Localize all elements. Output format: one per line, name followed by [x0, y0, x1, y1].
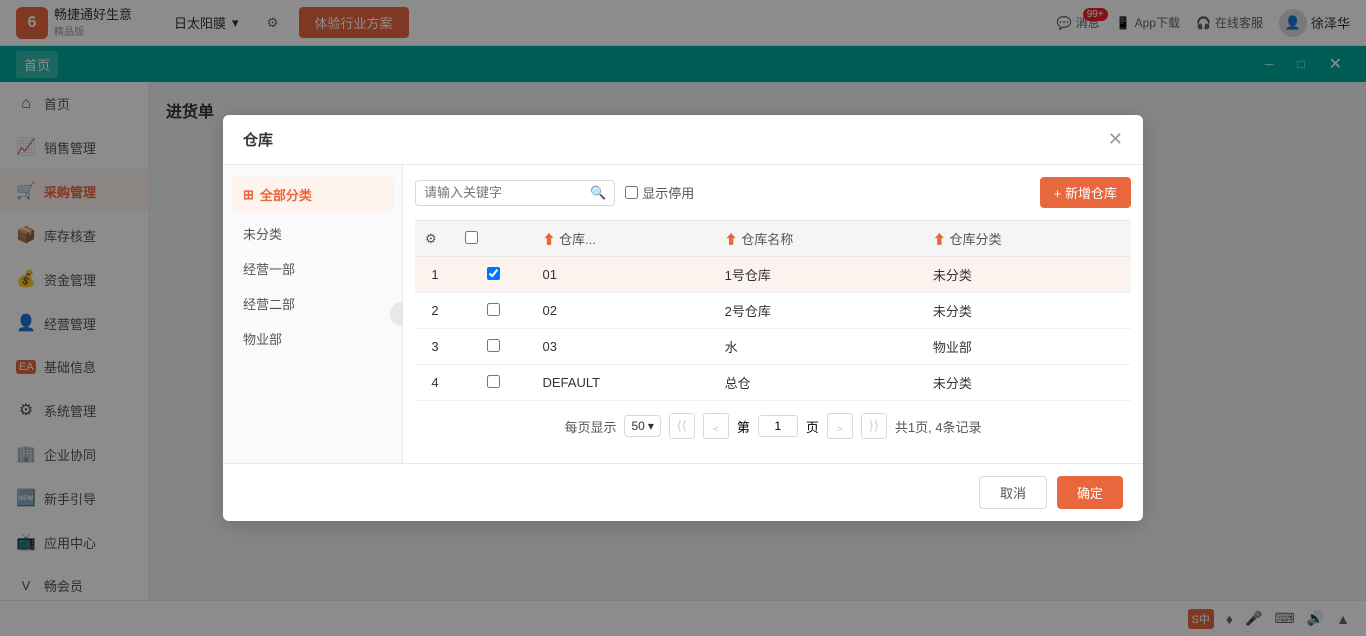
table-toolbar: 🔍 显示停用 + 新增仓库 [415, 177, 1131, 208]
grid-icon: ⊞ [243, 187, 254, 203]
th-code: ⬆ 仓库... [533, 221, 715, 257]
row-code-2: 03 [533, 329, 715, 365]
search-box: 🔍 [415, 180, 615, 206]
settings-icon: ⚙ [425, 231, 437, 246]
th-settings: ⚙ [415, 221, 455, 257]
table-row: 1 01 1号仓库 未分类 [415, 257, 1131, 293]
row-category-3: 未分类 [923, 365, 1131, 401]
warehouse-table: ⚙ ⬆ 仓库... ⬆ 仓库名称 ⬆ 仓库分类 1 01 1号仓库 未分类 2 … [415, 220, 1131, 401]
row-category-0: 未分类 [923, 257, 1131, 293]
select-all-checkbox[interactable] [465, 231, 478, 244]
modal-close-button[interactable]: ✕ [1108, 129, 1123, 150]
row-checkbox-0[interactable] [455, 257, 533, 293]
sort-icon-cat: ⬆ [933, 232, 946, 247]
cancel-button[interactable]: 取消 [979, 476, 1047, 509]
category-unclassified[interactable]: 未分类 [223, 216, 402, 251]
category-panel: ⊞ 全部分类 未分类 经营一部 经营二部 物业部 《 [223, 165, 403, 463]
row-checkbox-3[interactable] [455, 365, 533, 401]
page-total-info: 共1页, 4条记录 [895, 417, 982, 436]
th-name: ⬆ 仓库名称 [715, 221, 923, 257]
show-disabled-label[interactable]: 显示停用 [625, 183, 694, 202]
add-warehouse-button[interactable]: + 新增仓库 [1040, 177, 1131, 208]
confirm-button[interactable]: 确定 [1057, 476, 1123, 509]
row-code-3: DEFAULT [533, 365, 715, 401]
page-label: 第 [737, 417, 750, 436]
search-icon[interactable]: 🔍 [590, 185, 606, 201]
category-dept2[interactable]: 经营二部 [223, 286, 402, 321]
row-category-2: 物业部 [923, 329, 1131, 365]
row-code-0: 01 [533, 257, 715, 293]
show-disabled-checkbox[interactable] [625, 186, 638, 199]
page-number-input[interactable] [758, 415, 798, 437]
row-code-1: 02 [533, 293, 715, 329]
table-row: 4 DEFAULT 总仓 未分类 [415, 365, 1131, 401]
warehouse-modal: 仓库 ✕ ⊞ 全部分类 未分类 经营一部 经营二部 物业部 《 🔍 [223, 115, 1143, 521]
modal-header: 仓库 ✕ [223, 115, 1143, 165]
modal-title: 仓库 [243, 129, 273, 150]
category-dept1[interactable]: 经营一部 [223, 251, 402, 286]
th-category: ⬆ 仓库分类 [923, 221, 1131, 257]
sort-icon-name: ⬆ [725, 232, 738, 247]
pagination: 每页显示 50 ▾ ⟨⟨ ﹤ 第 页 ﹥ ⟩⟩ 共1页, 4条记录 [415, 401, 1131, 451]
per-page-label: 每页显示 [564, 417, 616, 436]
table-row: 3 03 水 物业部 [415, 329, 1131, 365]
table-header-row: ⚙ ⬆ 仓库... ⬆ 仓库名称 ⬆ 仓库分类 [415, 221, 1131, 257]
row-num-0: 1 [415, 257, 455, 293]
prev-page-button[interactable]: ﹤ [703, 413, 729, 439]
per-page-select[interactable]: 50 ▾ [624, 415, 660, 437]
row-name-3: 总仓 [715, 365, 923, 401]
row-name-1: 2号仓库 [715, 293, 923, 329]
first-page-button[interactable]: ⟨⟨ [669, 413, 695, 439]
row-category-1: 未分类 [923, 293, 1131, 329]
modal-body: ⊞ 全部分类 未分类 经营一部 经营二部 物业部 《 🔍 显示停用 + 新增 [223, 165, 1143, 463]
category-property[interactable]: 物业部 [223, 321, 402, 356]
row-name-0: 1号仓库 [715, 257, 923, 293]
row-num-2: 3 [415, 329, 455, 365]
row-checkbox-1[interactable] [455, 293, 533, 329]
row-name-2: 水 [715, 329, 923, 365]
row-num-3: 4 [415, 365, 455, 401]
row-num-1: 2 [415, 293, 455, 329]
all-categories-button[interactable]: ⊞ 全部分类 [231, 177, 394, 212]
modal-footer: 取消 确定 [223, 463, 1143, 521]
page-suffix: 页 [806, 417, 819, 436]
last-page-button[interactable]: ⟩⟩ [861, 413, 887, 439]
all-categories-label: 全部分类 [260, 185, 312, 204]
table-row: 2 02 2号仓库 未分类 [415, 293, 1131, 329]
next-page-button[interactable]: ﹥ [827, 413, 853, 439]
row-checkbox-2[interactable] [455, 329, 533, 365]
th-checkbox [455, 221, 533, 257]
table-panel: 🔍 显示停用 + 新增仓库 ⚙ ⬆ 仓库... ⬆ 仓库名称 ⬆ 仓库分类 [403, 165, 1143, 463]
sort-icon-code: ⬆ [543, 232, 556, 247]
search-input[interactable] [424, 185, 584, 200]
